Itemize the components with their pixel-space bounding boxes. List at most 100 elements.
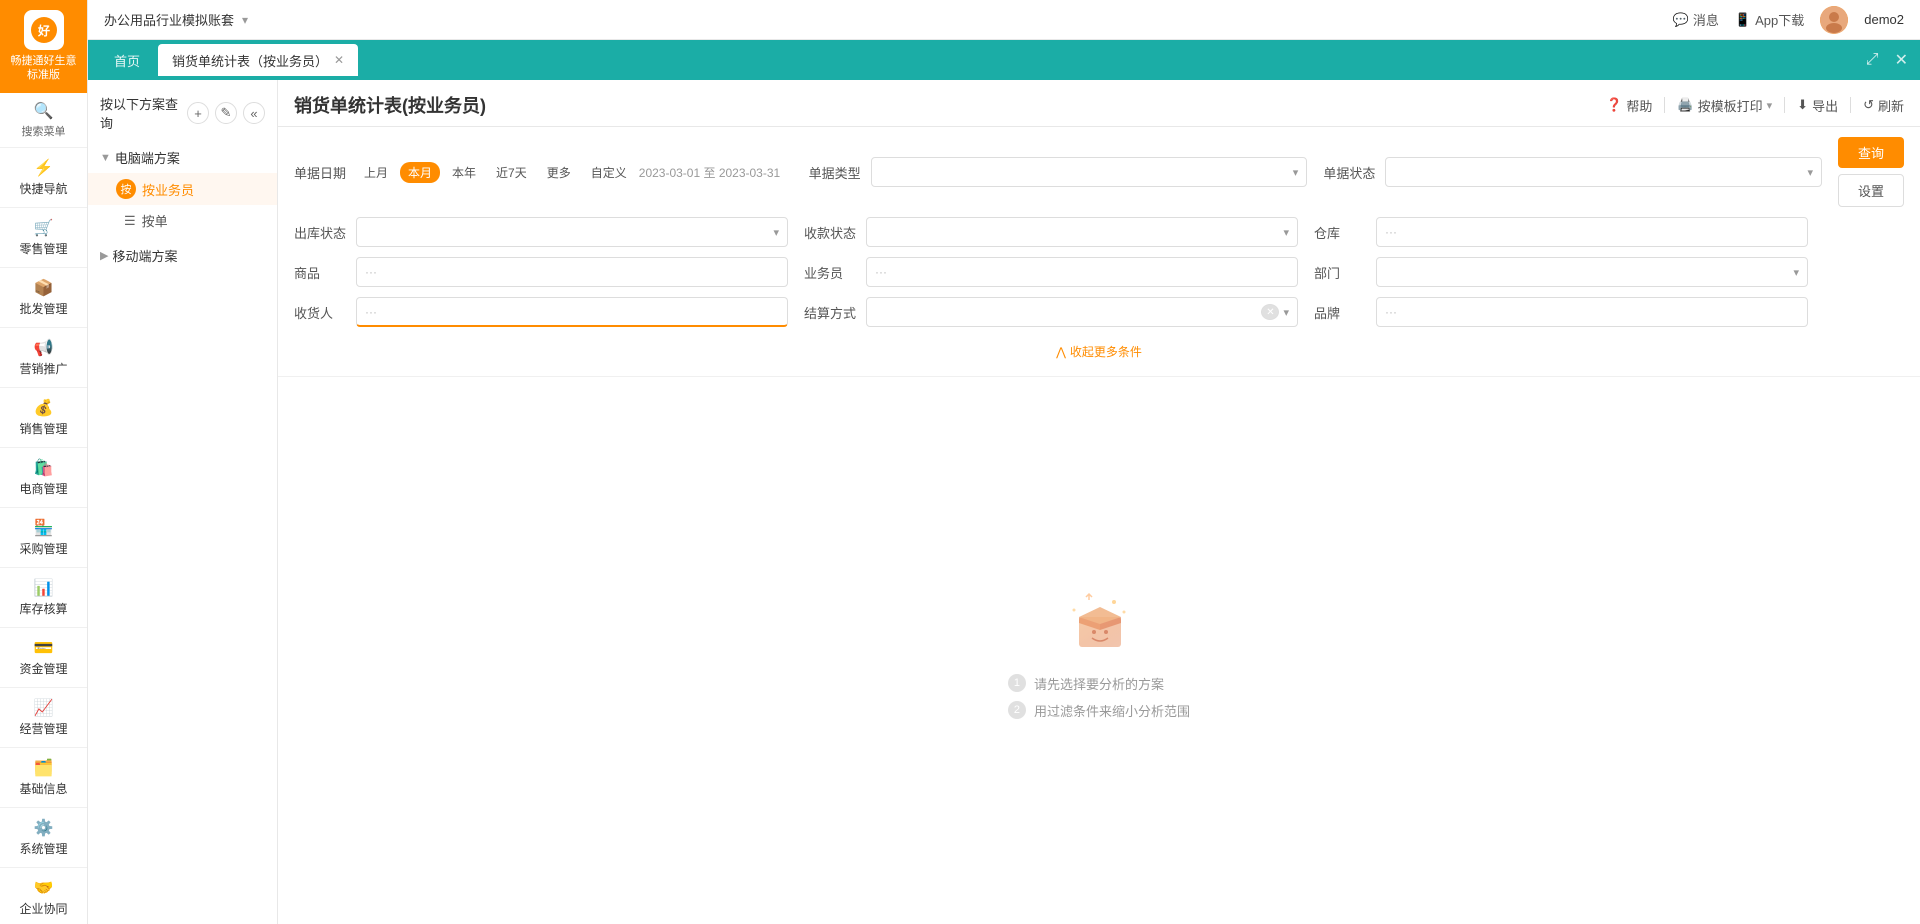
plan-item-by-salesperson[interactable]: 按 按业务员 (88, 173, 277, 205)
topbar-dropdown-icon[interactable]: ▾ (242, 13, 248, 27)
topbar-left: 办公用品行业模拟账套 ▾ (104, 10, 248, 29)
computer-plan-label: 电脑端方案 (115, 148, 180, 167)
sidebar-purchase-label: 采购管理 (19, 540, 67, 557)
quicknav-icon: ⚡ (34, 158, 54, 178)
phone-icon: 📱 (1735, 12, 1751, 28)
tab-sales-stat[interactable]: 销货单统计表（按业务员） ✕ (158, 44, 358, 76)
goods-input[interactable]: ··· (356, 257, 788, 287)
export-label: 导出 (1812, 96, 1838, 115)
export-btn[interactable]: ⬇ 导出 (1797, 96, 1838, 115)
dept-input[interactable]: ▾ (1376, 257, 1808, 287)
sidebar-item-operation[interactable]: 📈 经营管理 (0, 688, 87, 748)
tab-maximize-icon[interactable]: ⤢ (1866, 51, 1879, 69)
settlement-cell: 结算方式 ✕ ▾ (804, 297, 1298, 327)
settlement-label: 结算方式 (804, 303, 860, 322)
computer-plan-header[interactable]: ▼ 电脑端方案 (88, 142, 277, 173)
date-tabs-group: 上月 本月 本年 近7天 更多 自定义 2023-03-01 至 2023-03… (356, 162, 793, 183)
finance-icon: 💳 (34, 638, 54, 658)
logo-text: 畅捷通好生意 标准版 (5, 54, 82, 83)
sidebar-item-enterprise[interactable]: 🤝 企业协同 (0, 868, 87, 924)
tab-sales-stat-label: 销货单统计表（按业务员） (172, 51, 328, 70)
doc-type-arrow-icon: ▾ (1293, 166, 1299, 179)
collapse-up-icon: ⋀ (1056, 345, 1066, 359)
sidebar-item-quicknav[interactable]: ⚡ 快捷导航 (0, 148, 87, 208)
sidebar-item-marketing[interactable]: 📢 营销推广 (0, 328, 87, 388)
tab-close-window-icon[interactable]: ✕ (1895, 50, 1908, 70)
date-tab-thismonth[interactable]: 本月 (400, 162, 440, 183)
sidebar-item-purchase[interactable]: 🏪 采购管理 (0, 508, 87, 568)
date-tab-7days[interactable]: 近7天 (488, 162, 535, 183)
system-icon: ⚙️ (34, 818, 54, 838)
date-range-text: 2023-03-01 至 2023-03-31 (639, 164, 780, 181)
out-status-cell: 出库状态 ▾ (294, 217, 788, 247)
ecommerce-icon: 🛍️ (34, 458, 54, 478)
refresh-btn[interactable]: ↺ 刷新 (1863, 96, 1904, 115)
doc-status-cell: 单据状态 ▾ (1323, 157, 1822, 187)
date-tab-thisyear[interactable]: 本年 (444, 162, 484, 183)
content-area: 按以下方案查询 + ✎ « ▼ 电脑端方案 按 按业务员 ☰ 按 (88, 80, 1920, 924)
mobile-plan-group: ▶ 移动端方案 (88, 240, 277, 271)
user-avatar[interactable] (1820, 6, 1848, 34)
print-label: 按模板打印 (1698, 96, 1763, 115)
out-status-label: 出库状态 (294, 223, 350, 242)
sidebar-operation-label: 经营管理 (19, 720, 67, 737)
sidebar-item-finance[interactable]: 💳 资金管理 (0, 628, 87, 688)
sidebar-item-basic[interactable]: 🗂️ 基础信息 (0, 748, 87, 808)
sidebar-finance-label: 资金管理 (19, 660, 67, 677)
message-action[interactable]: 💬 消息 (1673, 10, 1719, 29)
print-btn[interactable]: 🖨️ 按模板打印 ▾ (1677, 96, 1772, 115)
plan-sub-item-by-order[interactable]: ☰ 按单 (88, 205, 277, 236)
sidebar-item-retail[interactable]: 🛒 零售管理 (0, 208, 87, 268)
setting-button[interactable]: 设置 (1838, 174, 1904, 207)
edit-plan-btn[interactable]: ✎ (215, 102, 237, 124)
sidebar-item-wholesale[interactable]: 📦 批发管理 (0, 268, 87, 328)
settlement-input[interactable]: ✕ ▾ (866, 297, 1298, 327)
receipt-status-input[interactable]: ▾ (866, 217, 1298, 247)
sidebar-item-system[interactable]: ⚙️ 系统管理 (0, 808, 87, 868)
tip-num-2: 2 (1008, 701, 1026, 719)
enterprise-icon: 🤝 (34, 878, 54, 898)
date-tab-more[interactable]: 更多 (539, 162, 579, 183)
brand-input[interactable]: ··· (1376, 297, 1808, 327)
sidebar-search-label: 搜索菜单 (22, 123, 66, 139)
user-name: demo2 (1864, 12, 1904, 27)
logo-icon: 好 (24, 10, 64, 50)
warehouse-cell: 仓库 ··· (1314, 217, 1808, 247)
salesperson-icon: 按 (116, 179, 136, 199)
out-status-input[interactable]: ▾ (356, 217, 788, 247)
sidebar-logo[interactable]: 好 畅捷通好生意 标准版 (0, 0, 87, 93)
salesperson-input[interactable]: ··· (866, 257, 1298, 287)
tab-close-icon[interactable]: ✕ (334, 53, 344, 67)
page-title: 销货单统计表(按业务员) (294, 92, 486, 118)
tip-text-1: 请先选择要分析的方案 (1034, 674, 1164, 693)
app-download-action[interactable]: 📱 App下载 (1735, 10, 1804, 29)
collapse-filter-btn[interactable]: ⋀ 收起更多条件 (294, 337, 1904, 366)
warehouse-input[interactable]: ··· (1376, 217, 1808, 247)
print-icon: 🖨️ (1677, 97, 1693, 113)
date-label: 单据日期 (294, 163, 350, 182)
query-button[interactable]: 查询 (1838, 137, 1904, 168)
help-btn[interactable]: ❓ 帮助 (1606, 96, 1652, 115)
topbar-title: 办公用品行业模拟账套 (104, 10, 234, 29)
doc-type-input[interactable]: ▾ (871, 157, 1308, 187)
sidebar-item-ecommerce[interactable]: 🛍️ 电商管理 (0, 448, 87, 508)
sidebar: 好 畅捷通好生意 标准版 🔍 搜索菜单 ⚡ 快捷导航 🛒 零售管理 📦 批发管理… (0, 0, 88, 924)
sidebar-item-inventory[interactable]: 📊 库存核算 (0, 568, 87, 628)
tab-home[interactable]: 首页 (100, 44, 154, 76)
receiver-input[interactable]: ··· (356, 297, 788, 327)
doc-status-input[interactable]: ▾ (1385, 157, 1822, 187)
collapse-panel-btn[interactable]: « (243, 102, 265, 124)
empty-state: 1 请先选择要分析的方案 2 用过滤条件来缩小分析范围 (278, 377, 1920, 924)
date-tab-lastmonth[interactable]: 上月 (356, 162, 396, 183)
mobile-plan-header[interactable]: ▶ 移动端方案 (88, 240, 277, 271)
refresh-label: 刷新 (1878, 96, 1904, 115)
collapse-label: 收起更多条件 (1070, 343, 1142, 360)
goods-cell: 商品 ··· (294, 257, 788, 287)
sidebar-item-sales[interactable]: 💰 销售管理 (0, 388, 87, 448)
operation-icon: 📈 (34, 698, 54, 718)
doc-type-cell: 单据类型 ▾ (809, 157, 1308, 187)
sidebar-search-item[interactable]: 🔍 搜索菜单 (0, 93, 87, 148)
date-tab-custom[interactable]: 自定义 (583, 162, 635, 183)
settlement-clear-icon[interactable]: ✕ (1261, 304, 1279, 320)
add-plan-btn[interactable]: + (187, 102, 209, 124)
